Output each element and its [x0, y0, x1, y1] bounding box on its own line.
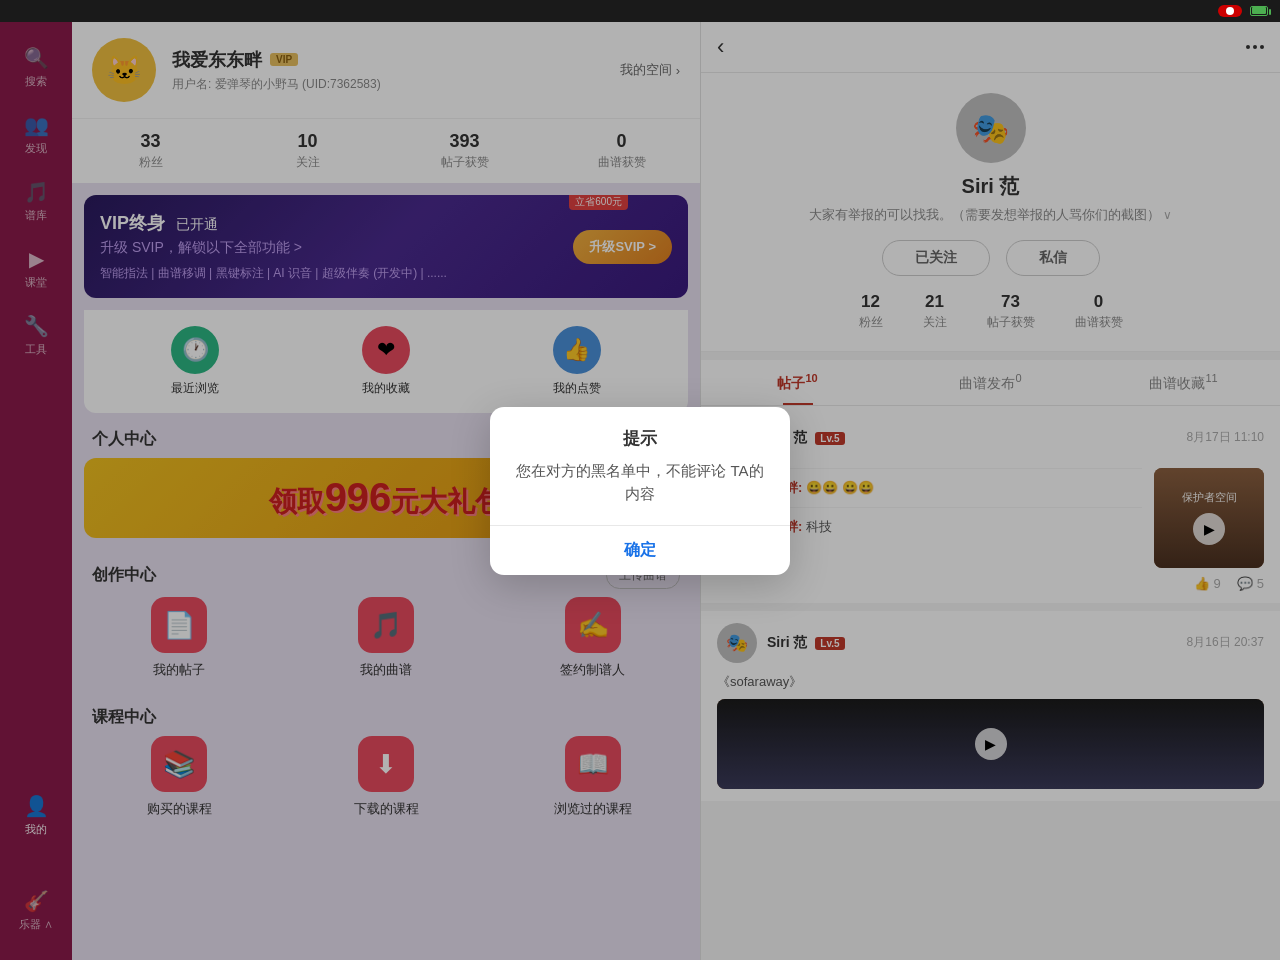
recording-dot: [1226, 7, 1234, 15]
dialog-body: 您在对方的黑名单中，不能评论 TA的内容: [490, 460, 790, 525]
battery-fill: [1252, 7, 1266, 14]
battery-indicator: [1250, 6, 1268, 16]
recording-indicator: [1218, 5, 1242, 17]
dialog-overlay: 提示 您在对方的黑名单中，不能评论 TA的内容 确定: [0, 22, 1280, 960]
status-bar: [0, 0, 1280, 22]
dialog-title: 提示: [490, 407, 790, 460]
dialog-confirm-button[interactable]: 确定: [490, 526, 790, 575]
dialog: 提示 您在对方的黑名单中，不能评论 TA的内容 确定: [490, 407, 790, 575]
app-container: 🔍 搜索 👥 发现 🎵 谱库 ▶ 课堂 🔧 工具 👤 我的 🎸 乐器 ∧: [0, 22, 1280, 960]
